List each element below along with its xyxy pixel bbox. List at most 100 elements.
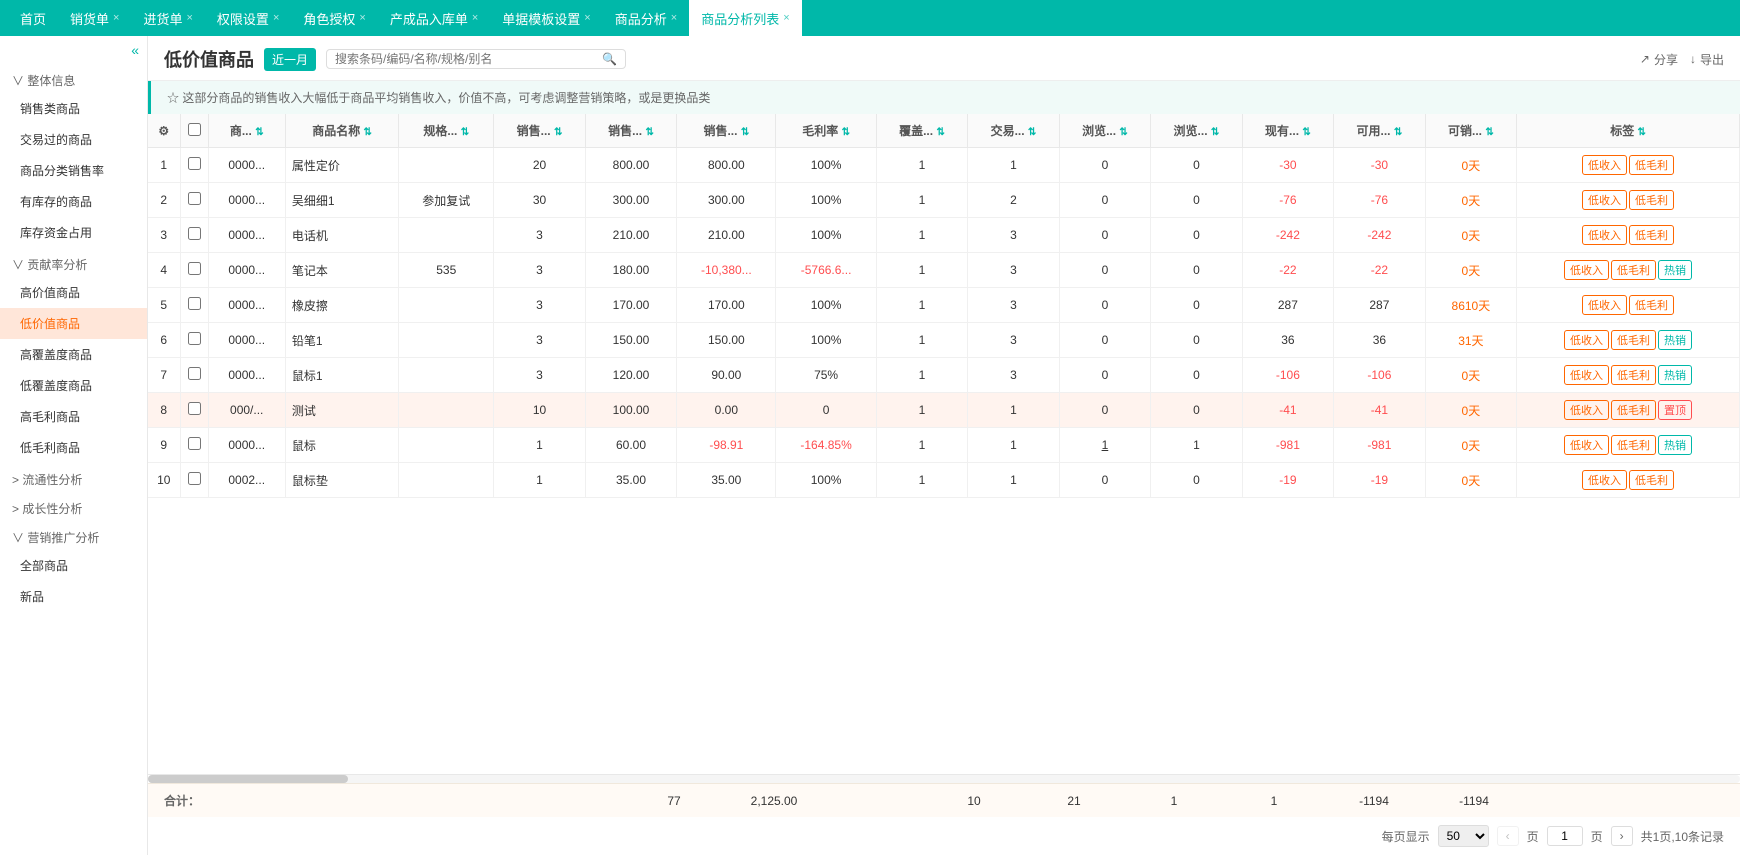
sidebar-item-traded[interactable]: 交易过的商品 xyxy=(0,124,147,155)
data-table-container[interactable]: ⚙ 商... ⇅ 商品名称 ⇅ 规格... ⇅ 销售... ⇅ 销售... ⇅ … xyxy=(148,114,1740,774)
row-stock: 287 xyxy=(1242,288,1333,323)
row-checkbox[interactable] xyxy=(180,358,208,393)
page-size-select[interactable]: 50 100 200 xyxy=(1438,825,1489,847)
sidebar-item-stock[interactable]: 有库存的商品 xyxy=(0,186,147,217)
close-icon[interactable]: × xyxy=(113,12,119,24)
page-number-input[interactable] xyxy=(1547,826,1583,846)
table-row: 50000...橡皮擦3170.00170.00100%130028728786… xyxy=(148,288,1740,323)
row-checkbox[interactable] xyxy=(180,218,208,253)
row-select-checkbox[interactable] xyxy=(188,157,201,170)
row-spec: 参加复试 xyxy=(399,183,494,218)
sidebar-item-high-value[interactable]: 高价值商品 xyxy=(0,277,147,308)
nav-home[interactable]: 首页 xyxy=(8,0,58,36)
row-checkbox[interactable] xyxy=(180,288,208,323)
search-icon[interactable]: 🔍 xyxy=(602,52,617,66)
sidebar-item-low-margin[interactable]: 低毛利商品 xyxy=(0,432,147,463)
nav-purchase[interactable]: 进货单 × xyxy=(131,0,204,36)
nav-analysis[interactable]: 商品分析 × xyxy=(603,0,689,36)
select-all-checkbox[interactable] xyxy=(188,123,201,136)
table-row: 60000...铅笔13150.00150.00100%1300363631天低… xyxy=(148,323,1740,358)
nav-products[interactable]: 产成品入库单 × xyxy=(378,0,490,36)
row-days: 8610天 xyxy=(1425,288,1516,323)
close-icon[interactable]: × xyxy=(584,12,590,24)
row-select-checkbox[interactable] xyxy=(188,437,201,450)
tag: 低收入 xyxy=(1582,295,1627,315)
row-price2: 210.00 xyxy=(677,218,776,253)
close-icon[interactable]: × xyxy=(186,12,192,24)
sidebar-item-low-coverage[interactable]: 低覆盖度商品 xyxy=(0,370,147,401)
row-stock: -30 xyxy=(1242,148,1333,183)
nav-roles[interactable]: 角色授权 × xyxy=(291,0,377,36)
row-avail: -30 xyxy=(1334,148,1425,183)
share-button[interactable]: ↗ 分享 xyxy=(1640,51,1678,68)
row-view2: 0 xyxy=(1151,253,1242,288)
settings-icon[interactable]: ⚙ xyxy=(148,114,180,148)
col-spec: 规格... ⇅ xyxy=(399,114,494,148)
col-price2: 销售... ⇅ xyxy=(677,114,776,148)
close-icon[interactable]: × xyxy=(273,12,279,24)
row-checkbox[interactable] xyxy=(180,183,208,218)
row-stock: -242 xyxy=(1242,218,1333,253)
sidebar-group-growth[interactable]: > 成长性分析 xyxy=(0,492,147,521)
scrollbar-thumb[interactable] xyxy=(148,775,348,783)
sidebar-collapse-button[interactable]: « xyxy=(131,42,139,58)
total-empty5 xyxy=(824,794,924,808)
row-view2: 0 xyxy=(1151,393,1242,428)
row-margin: 100% xyxy=(776,323,876,358)
next-page-button[interactable]: › xyxy=(1611,826,1633,846)
row-select-checkbox[interactable] xyxy=(188,367,201,380)
close-icon[interactable]: × xyxy=(472,12,478,24)
row-margin: 100% xyxy=(776,148,876,183)
row-view2: 0 xyxy=(1151,323,1242,358)
row-checkbox[interactable] xyxy=(180,463,208,498)
row-checkbox[interactable] xyxy=(180,323,208,358)
sidebar-item-all-products[interactable]: 全部商品 xyxy=(0,550,147,581)
row-select-checkbox[interactable] xyxy=(188,332,201,345)
close-icon[interactable]: × xyxy=(671,12,677,24)
sidebar-item-low-value[interactable]: 低价值商品 xyxy=(0,308,147,339)
date-filter-button[interactable]: 近一月 xyxy=(264,48,316,71)
row-price: 180.00 xyxy=(585,253,676,288)
row-name: 鼠标 xyxy=(285,428,398,463)
sidebar-item-high-coverage[interactable]: 高覆盖度商品 xyxy=(0,339,147,370)
prev-page-button[interactable]: ‹ xyxy=(1497,826,1519,846)
total-coverage: 10 xyxy=(924,794,1024,808)
sidebar-item-capital[interactable]: 库存资金占用 xyxy=(0,217,147,248)
row-select-checkbox[interactable] xyxy=(188,297,201,310)
sidebar-item-sales-products[interactable]: 销售类商品 xyxy=(0,93,147,124)
tag: 低收入 xyxy=(1582,225,1627,245)
tag: 低毛利 xyxy=(1629,225,1674,245)
row-checkbox[interactable] xyxy=(180,393,208,428)
nav-analysis-list[interactable]: 商品分析列表 × xyxy=(689,0,801,36)
row-name: 电话机 xyxy=(285,218,398,253)
row-checkbox[interactable] xyxy=(180,253,208,288)
row-checkbox[interactable] xyxy=(180,428,208,463)
row-select-checkbox[interactable] xyxy=(188,192,201,205)
table-row: 10000...属性定价20800.00800.00100%1100-30-30… xyxy=(148,148,1740,183)
search-input[interactable] xyxy=(335,52,598,66)
row-select-checkbox[interactable] xyxy=(188,472,201,485)
sidebar-item-high-margin[interactable]: 高毛利商品 xyxy=(0,401,147,432)
total-info: 共1页,10条记录 xyxy=(1641,828,1724,845)
sidebar-item-new-products[interactable]: 新品 xyxy=(0,581,147,612)
row-tags: 低收入低毛利 xyxy=(1517,288,1740,323)
nav-permissions[interactable]: 权限设置 × xyxy=(205,0,291,36)
col-trade: 交易... ⇅ xyxy=(968,114,1059,148)
col-days: 可销... ⇅ xyxy=(1425,114,1516,148)
row-view1[interactable]: 1 xyxy=(1059,428,1150,463)
row-checkbox[interactable] xyxy=(180,148,208,183)
row-tags: 低收入低毛利热销 xyxy=(1517,358,1740,393)
row-select-checkbox[interactable] xyxy=(188,227,201,240)
nav-sales[interactable]: 销货单 × xyxy=(58,0,131,36)
close-icon[interactable]: × xyxy=(783,12,789,24)
nav-template[interactable]: 单据模板设置 × xyxy=(490,0,602,36)
sidebar-item-category-rate[interactable]: 商品分类销售率 xyxy=(0,155,147,186)
row-qty: 3 xyxy=(494,358,585,393)
sidebar-group-circulation[interactable]: > 流通性分析 xyxy=(0,463,147,492)
row-select-checkbox[interactable] xyxy=(188,262,201,275)
row-select-checkbox[interactable] xyxy=(188,402,201,415)
close-icon[interactable]: × xyxy=(359,12,365,24)
row-number: 1 xyxy=(148,148,180,183)
horizontal-scrollbar[interactable] xyxy=(148,775,1740,783)
export-button[interactable]: ↓ 导出 xyxy=(1690,51,1724,68)
